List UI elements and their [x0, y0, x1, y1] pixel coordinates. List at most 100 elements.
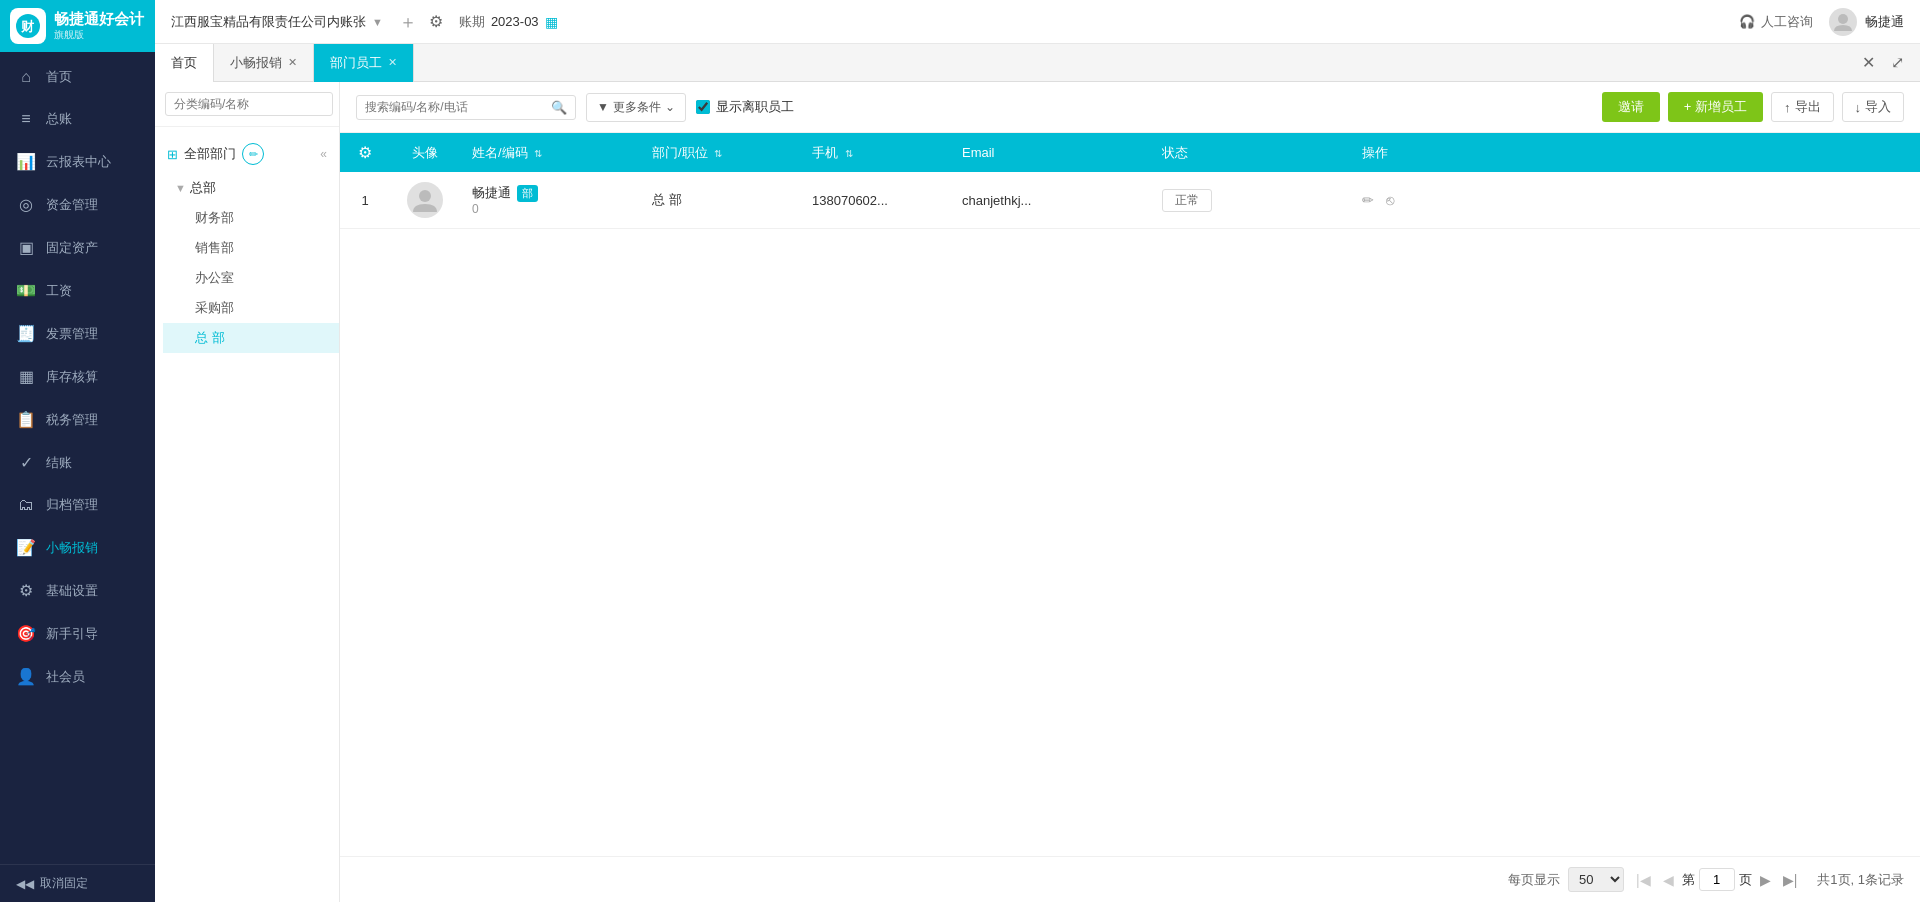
- sidebar-item-more[interactable]: 👤 社会员: [0, 655, 155, 698]
- page-size-label: 每页显示: [1508, 871, 1560, 889]
- sidebar-item-settings[interactable]: ⚙ 基础设置: [0, 569, 155, 612]
- ledger-icon: ≡: [16, 110, 36, 128]
- logout-action-icon[interactable]: ⎋: [1386, 192, 1394, 208]
- dept-child-office[interactable]: 办公室: [163, 263, 339, 293]
- invite-button[interactable]: 邀请: [1602, 92, 1660, 122]
- sidebar-item-archive[interactable]: 🗂 归档管理: [0, 484, 155, 526]
- tax-icon: 📋: [16, 410, 36, 429]
- col-settings-gear-icon[interactable]: ⚙: [358, 144, 372, 161]
- funds-icon: ◎: [16, 195, 36, 214]
- page-input-wrapper: 第 页: [1682, 868, 1752, 891]
- page-size-select[interactable]: 10 20 50 100: [1568, 867, 1624, 892]
- dept-edit-icon[interactable]: ✏: [242, 143, 264, 165]
- dept-search-input[interactable]: [165, 92, 333, 116]
- tabbar-actions: ✕ ⤢: [1858, 49, 1920, 76]
- sidebar-item-assets[interactable]: ▣ 固定资产: [0, 226, 155, 269]
- import-button[interactable]: ↓ 导入: [1842, 92, 1905, 122]
- page-last-button[interactable]: ▶|: [1779, 870, 1802, 890]
- tab-employees[interactable]: 部门员工 ✕: [314, 44, 414, 82]
- content-area: 🔍 ⊞ 全部部门 ✏ « ▼ 总部 财务部: [155, 82, 1920, 902]
- dept-child-sales-label: 销售部: [195, 239, 234, 257]
- show-resigned-wrapper: 显示离职员工: [696, 98, 794, 116]
- row-name-code-cell: 畅捷通 部 0: [460, 172, 640, 229]
- emp-email: chanjethkj...: [962, 193, 1031, 208]
- export-icon: ↑: [1784, 100, 1791, 115]
- tab-xiaochang-close-icon[interactable]: ✕: [288, 56, 297, 69]
- col-settings: ⚙: [340, 133, 390, 172]
- show-resigned-label: 显示离职员工: [716, 98, 794, 116]
- col-dept-position: 部门/职位 ⇅: [640, 133, 800, 172]
- emp-dept: 总 部: [652, 192, 682, 207]
- dept-child-general[interactable]: 总 部: [163, 323, 339, 353]
- pagination-bar: 每页显示 10 20 50 100 |◀ ◀ 第 页 ▶ ▶|: [340, 856, 1920, 902]
- tab-employees-label: 部门员工: [330, 54, 382, 72]
- dept-parent-label: 总部: [190, 179, 216, 197]
- row-action-cell: ✏ ⎋: [1350, 172, 1920, 229]
- user-block[interactable]: 畅捷通: [1829, 8, 1904, 36]
- sidebar-item-xiaochangbx[interactable]: 📝 小畅报销: [0, 526, 155, 569]
- add-employee-button[interactable]: + 新增员工: [1668, 92, 1763, 122]
- dept-child-sales[interactable]: 销售部: [163, 233, 339, 263]
- col-action-label: 操作: [1362, 145, 1388, 160]
- avatar-img: [407, 182, 443, 218]
- sidebar-item-guide[interactable]: 🎯 新手引导: [0, 612, 155, 655]
- export-button[interactable]: ↑ 导出: [1771, 92, 1834, 122]
- dept-collapse-icon[interactable]: «: [320, 147, 327, 161]
- tab-home[interactable]: 首页: [155, 44, 214, 82]
- sidebar-item-tax[interactable]: 📋 税务管理: [0, 398, 155, 441]
- row-dept-cell: 总 部: [640, 172, 800, 229]
- sidebar-item-home[interactable]: ⌂ 首页: [0, 56, 155, 98]
- edit-action-icon[interactable]: ✏: [1362, 192, 1374, 208]
- sidebar-item-closeout[interactable]: ✓ 结账: [0, 441, 155, 484]
- col-status-label: 状态: [1162, 145, 1188, 160]
- all-dept-item[interactable]: ⊞ 全部部门 ✏ «: [155, 135, 339, 173]
- tab-expand-btn[interactable]: ⤢: [1887, 49, 1908, 76]
- tab-xiaochang[interactable]: 小畅报销 ✕: [214, 44, 314, 82]
- sidebar-footer-unpin[interactable]: ◀◀ 取消固定: [0, 864, 155, 902]
- topbar-settings-icon[interactable]: ⚙: [429, 12, 443, 31]
- sidebar-label-home: 首页: [46, 68, 72, 86]
- dept-parent-zongbu[interactable]: ▼ 总部: [163, 173, 339, 203]
- company-chevron-icon: ▼: [372, 16, 383, 28]
- sidebar-item-funds[interactable]: ◎ 资金管理: [0, 183, 155, 226]
- emp-search-input[interactable]: [365, 100, 545, 114]
- sidebar: 财 畅捷通好会计 旗舰版 ⌂ 首页 ≡ 总账 📊 云报表中心 ◎ 资金管理 ▣ …: [0, 0, 155, 902]
- col-name-code-label: 姓名/编码: [472, 145, 528, 160]
- sidebar-item-inventory[interactable]: ▦ 库存核算: [0, 355, 155, 398]
- page-first-button[interactable]: |◀: [1632, 870, 1655, 890]
- sidebar-item-reports[interactable]: 📊 云报表中心: [0, 140, 155, 183]
- dept-child-general-label: 总 部: [195, 329, 225, 347]
- tab-close-btn[interactable]: ✕: [1858, 49, 1879, 76]
- support-button[interactable]: 🎧 人工咨询: [1739, 13, 1813, 31]
- add-company-icon[interactable]: ＋: [399, 10, 417, 34]
- page-next-button[interactable]: ▶: [1756, 870, 1775, 890]
- guide-icon: 🎯: [16, 624, 36, 643]
- tab-employees-close-icon[interactable]: ✕: [388, 56, 397, 69]
- col-status: 状态: [1150, 133, 1350, 172]
- svg-point-3: [419, 190, 431, 202]
- col-phone-sort-icon[interactable]: ⇅: [845, 148, 853, 159]
- sidebar-item-invoice[interactable]: 🧾 发票管理: [0, 312, 155, 355]
- show-resigned-checkbox[interactable]: [696, 100, 710, 114]
- sidebar-item-salary[interactable]: 💵 工资: [0, 269, 155, 312]
- toolbar-actions: 邀请 + 新增员工 ↑ 导出 ↓ 导入: [1602, 92, 1904, 122]
- col-action: 操作: [1350, 133, 1920, 172]
- page-label-pre: 第: [1682, 871, 1695, 889]
- sidebar-label-archive: 归档管理: [46, 496, 98, 514]
- dept-tree: ⊞ 全部部门 ✏ « ▼ 总部 财务部 销售部: [155, 127, 339, 902]
- filter-more-button[interactable]: ▼ 更多条件 ⌄: [586, 93, 686, 122]
- sidebar-item-ledger[interactable]: ≡ 总账: [0, 98, 155, 140]
- calendar-icon[interactable]: ▦: [545, 14, 558, 30]
- page-prev-button[interactable]: ◀: [1659, 870, 1678, 890]
- period-label: 账期: [459, 13, 485, 31]
- filter-icon: ▼: [597, 100, 609, 114]
- xiaochangbx-icon: 📝: [16, 538, 36, 557]
- dept-child-procurement[interactable]: 采购部: [163, 293, 339, 323]
- emp-phone: 138070602...: [812, 193, 888, 208]
- col-dept-sort-icon[interactable]: ⇅: [714, 148, 722, 159]
- dept-child-finance[interactable]: 财务部: [163, 203, 339, 233]
- page-number-input[interactable]: [1699, 868, 1735, 891]
- col-name-sort-icon[interactable]: ⇅: [534, 148, 542, 159]
- logo-title: 畅捷通好会计: [54, 10, 144, 28]
- sidebar-label-settings: 基础设置: [46, 582, 98, 600]
